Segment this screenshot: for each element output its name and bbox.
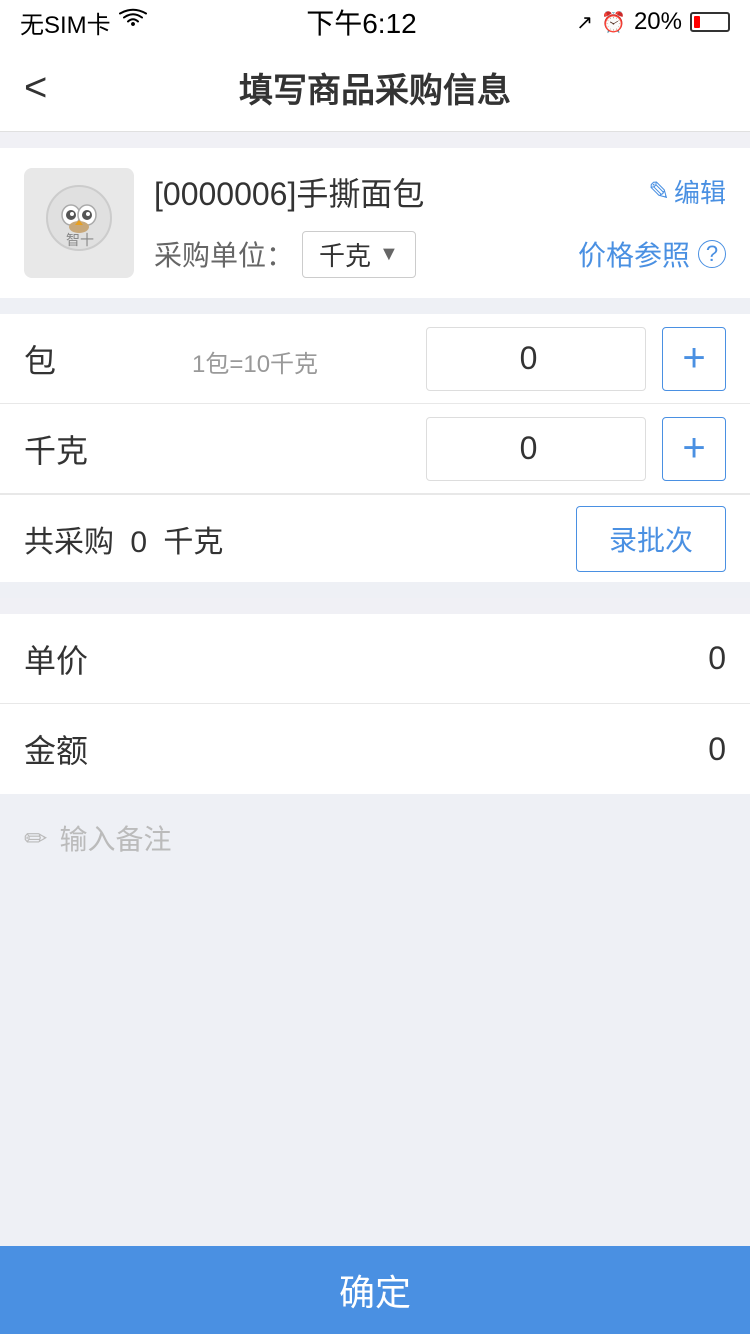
- pencil-icon: ✏: [24, 822, 47, 855]
- unit-label: 采购单位：: [154, 234, 294, 274]
- remarks-section[interactable]: ✏ 输入备注: [0, 794, 750, 882]
- kg-plus-button[interactable]: +: [662, 417, 726, 481]
- kg-input-right: +: [184, 417, 726, 481]
- unit-value: 千克: [319, 236, 371, 273]
- confirm-button[interactable]: 确定: [0, 1246, 750, 1334]
- price-ref-label: 价格参照: [578, 234, 690, 274]
- battery-icon: [690, 12, 730, 32]
- product-image: 智十: [24, 168, 134, 278]
- package-label: 包: [24, 336, 184, 382]
- back-button[interactable]: <: [24, 65, 47, 110]
- battery-percent: 20%: [634, 8, 682, 36]
- amount-row: 金额 0: [0, 704, 750, 794]
- remarks-placeholder: 输入备注: [59, 818, 171, 858]
- package-input-right: +: [318, 327, 726, 391]
- status-left: 无SIM卡: [20, 5, 147, 40]
- total-row: 共采购 0 千克 录批次: [0, 494, 750, 582]
- product-name-row: [0000006]手撕面包 ✎ 编辑: [154, 169, 726, 215]
- divider-2: [0, 582, 750, 598]
- package-plus-button[interactable]: +: [662, 327, 726, 391]
- kg-label: 千克: [24, 426, 184, 472]
- location-icon: ↗: [576, 10, 593, 35]
- unit-select[interactable]: 千克 ▼: [302, 231, 416, 278]
- carrier-label: 无SIM卡: [20, 5, 111, 40]
- edit-button[interactable]: ✎ 编辑: [648, 173, 726, 210]
- edit-icon: ✎: [648, 176, 670, 207]
- package-qty-input[interactable]: [426, 327, 646, 391]
- page-title: 填写商品采购信息: [239, 63, 511, 112]
- product-logo: 智十: [44, 183, 114, 263]
- total-amount: 0: [130, 526, 147, 559]
- nav-bar: < 填写商品采购信息: [0, 44, 750, 132]
- help-icon: ?: [698, 240, 726, 268]
- price-section: 单价 0 金额 0: [0, 614, 750, 794]
- amount-value: 0: [708, 731, 726, 768]
- svg-text:智十: 智十: [66, 232, 94, 248]
- unit-price-row: 单价 0: [0, 614, 750, 704]
- input-section: 包 1包=10千克 + 千克 + 共采购 0 千克 录批次: [0, 314, 750, 582]
- total-text: 共采购 0 千克: [24, 517, 223, 561]
- status-bar: 无SIM卡 下午6:12 ↗ ⏰ 20%: [0, 0, 750, 44]
- alarm-icon: ⏰: [601, 10, 626, 35]
- kg-row: 千克 +: [0, 404, 750, 494]
- status-time: 下午6:12: [306, 2, 417, 42]
- edit-label: 编辑: [674, 173, 726, 210]
- product-name: [0000006]手撕面包: [154, 169, 424, 215]
- batch-button[interactable]: 录批次: [576, 506, 726, 572]
- package-sublabel: 1包=10千克: [192, 344, 318, 379]
- wifi-icon: [119, 8, 147, 37]
- product-card: 智十 [0000006]手撕面包 ✎ 编辑 采购单位： 千克 ▼ 价格参照 ?: [0, 148, 750, 298]
- product-info: [0000006]手撕面包 ✎ 编辑 采购单位： 千克 ▼ 价格参照 ?: [154, 169, 726, 278]
- chevron-down-icon: ▼: [379, 243, 399, 266]
- unit-price-value: 0: [708, 640, 726, 677]
- status-right: ↗ ⏰ 20%: [576, 8, 730, 36]
- total-unit: 千克: [163, 526, 223, 559]
- purchase-unit-row: 采购单位： 千克 ▼ 价格参照 ?: [154, 231, 726, 278]
- kg-qty-input[interactable]: [426, 417, 646, 481]
- total-label: 共采购: [24, 526, 114, 559]
- divider-1: [0, 298, 750, 314]
- empty-content-area: [0, 882, 750, 1282]
- package-row: 包 1包=10千克 +: [0, 314, 750, 404]
- unit-price-label: 单价: [24, 636, 88, 682]
- price-ref-button[interactable]: 价格参照 ?: [578, 234, 726, 274]
- amount-label: 金额: [24, 726, 88, 772]
